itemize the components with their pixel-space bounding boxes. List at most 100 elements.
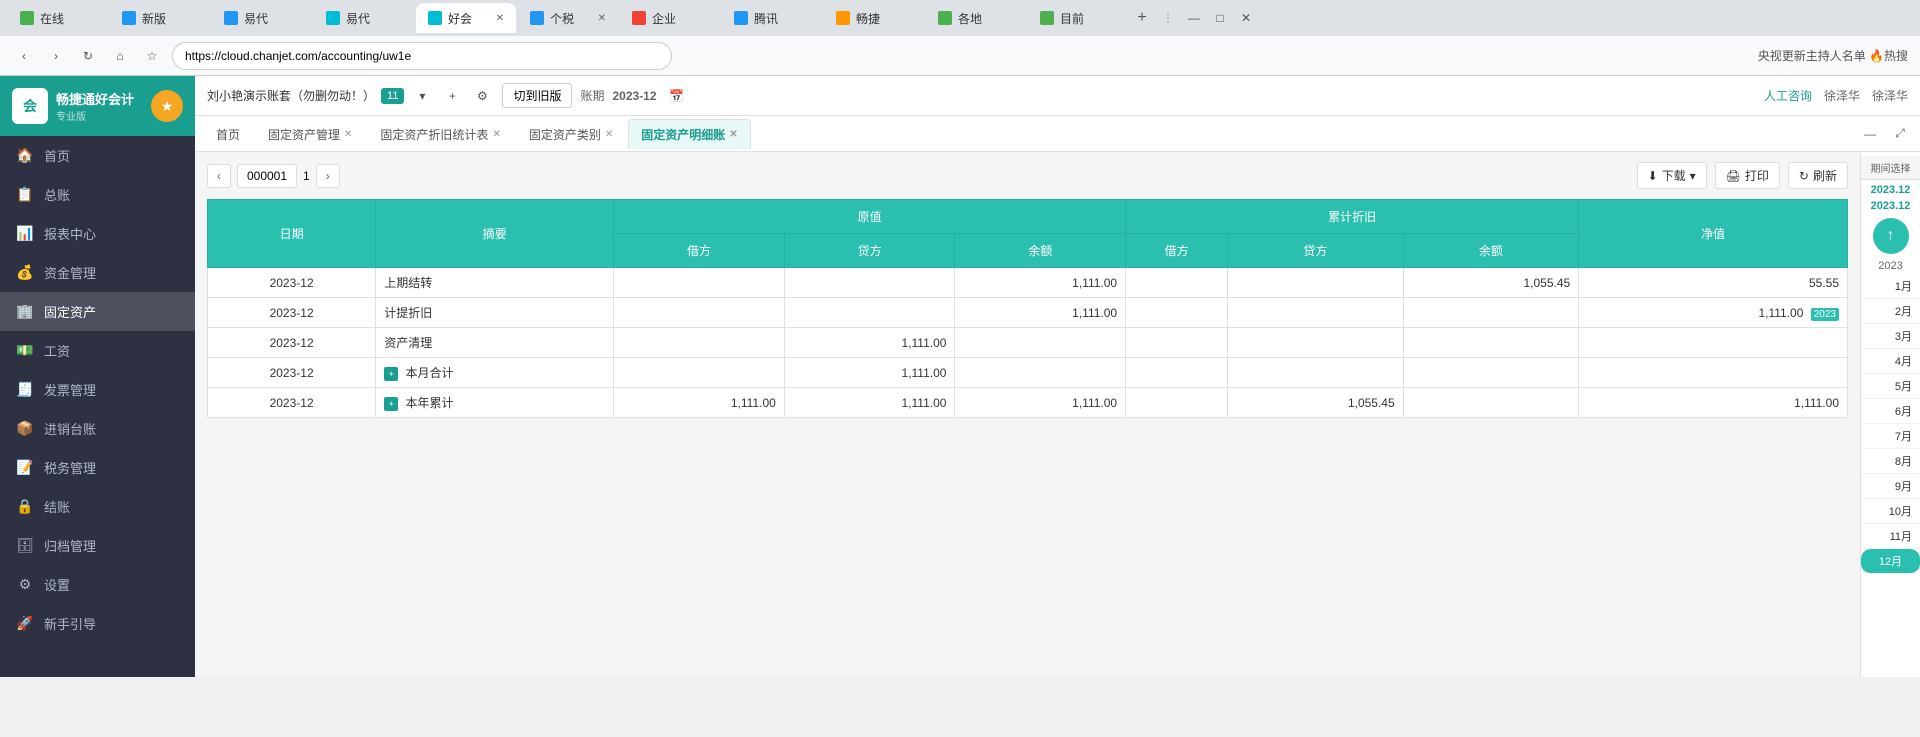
- account-dropdown[interactable]: ▾: [410, 84, 434, 108]
- sidebar-item-settings[interactable]: ⚙ 设置: [0, 565, 195, 604]
- home-button[interactable]: ⌂: [108, 44, 132, 68]
- tab-minimize-button[interactable]: —: [1858, 122, 1882, 146]
- browser-tab-10[interactable]: 各地: [926, 3, 1026, 33]
- bookmark-button[interactable]: ☆: [140, 44, 164, 68]
- sidebar-item-reports[interactable]: 📊 报表中心: [0, 214, 195, 253]
- download-icon: ⬇: [1648, 169, 1658, 183]
- browser-tab-8[interactable]: 腾讯: [722, 3, 822, 33]
- reload-button[interactable]: ↻: [76, 44, 100, 68]
- table-row: 2023-12 上期结转 1,111.00 1,055.45 55.55: [208, 268, 1848, 298]
- ledger-table: 日期 摘要 原值 累计折旧 净值 借方 贷方 余额 借方 贷方 余额: [207, 199, 1848, 418]
- period-month-5[interactable]: 5月: [1861, 374, 1920, 399]
- back-button[interactable]: ‹: [12, 44, 36, 68]
- period-month-9[interactable]: 9月: [1861, 474, 1920, 499]
- download-button[interactable]: ⬇ 下载 ▾: [1637, 162, 1707, 189]
- sidebar-item-purchase-sales[interactable]: 📦 进销台账: [0, 409, 195, 448]
- period-month-12[interactable]: 12月: [1861, 549, 1920, 574]
- period-month-3[interactable]: 3月: [1861, 324, 1920, 349]
- tab-favicon-3: [224, 11, 238, 25]
- period-month-1[interactable]: 1月: [1861, 274, 1920, 299]
- browser-tab-4[interactable]: 易代: [314, 3, 414, 33]
- new-tab-button[interactable]: +: [1130, 6, 1154, 30]
- browser-tab-5[interactable]: 好会 ✕: [416, 3, 516, 33]
- row2-orig-debit: [614, 298, 785, 328]
- page-tab-depreciation[interactable]: 固定资产折旧统计表 ✕: [367, 119, 513, 149]
- sidebar-item-closing[interactable]: 🔒 结账: [0, 487, 195, 526]
- browser-tab-1[interactable]: 在线: [8, 3, 108, 33]
- tab-close-6[interactable]: ✕: [598, 13, 606, 24]
- sidebar-item-archive[interactable]: 🗄 归档管理: [0, 526, 195, 565]
- add-account-button[interactable]: +: [440, 84, 464, 108]
- sidebar-item-tax[interactable]: 📝 税务管理: [0, 448, 195, 487]
- browser-tab-2[interactable]: 新版: [110, 3, 210, 33]
- browser-tab-7[interactable]: 企业: [620, 3, 720, 33]
- sidebar-star[interactable]: ★: [151, 90, 183, 122]
- address-input[interactable]: [172, 42, 672, 70]
- sidebar-item-fixed-assets[interactable]: 🏢 固定资产: [0, 292, 195, 331]
- tab-expand-button[interactable]: ⤢: [1888, 122, 1912, 146]
- th-summary: 摘要: [376, 200, 614, 268]
- page-tab-home[interactable]: 首页: [203, 119, 253, 149]
- scroll-top-button[interactable]: ↑: [1873, 218, 1909, 254]
- page-tab-fixed-assets-label: 固定资产管理: [268, 126, 340, 143]
- address-bar: ‹ › ↻ ⌂ ☆ 央视更新主持人名单 🔥热搜: [0, 36, 1920, 76]
- row4-dep-credit: [1228, 358, 1404, 388]
- close-button[interactable]: ✕: [1234, 6, 1258, 30]
- sidebar-item-general-ledger[interactable]: 📋 总账: [0, 175, 195, 214]
- calendar-icon[interactable]: 📅: [665, 84, 689, 108]
- period-month-7[interactable]: 7月: [1861, 424, 1920, 449]
- page-tab-ledger-close[interactable]: ✕: [729, 129, 737, 140]
- prev-page-button[interactable]: ‹: [207, 164, 231, 188]
- period-month-10[interactable]: 10月: [1861, 499, 1920, 524]
- page-separator: 1: [303, 169, 310, 183]
- browser-tab-11[interactable]: 目前: [1028, 3, 1128, 33]
- period-month-2[interactable]: 2月: [1861, 299, 1920, 324]
- browser-tab-6[interactable]: 个税 ✕: [518, 3, 618, 33]
- row3-summary: 资产清理: [376, 328, 614, 358]
- period-month-8[interactable]: 8月: [1861, 449, 1920, 474]
- period-selected-2[interactable]: 2023.12: [1869, 198, 1913, 214]
- period-month-4[interactable]: 4月: [1861, 349, 1920, 374]
- switch-version-button[interactable]: 切到旧版: [502, 83, 572, 108]
- sidebar-item-cash[interactable]: 💰 资金管理: [0, 253, 195, 292]
- page-tab-depreciation-close[interactable]: ✕: [492, 129, 500, 140]
- page-tab-category-close[interactable]: ✕: [605, 129, 613, 140]
- period-month-11[interactable]: 11月: [1861, 524, 1920, 549]
- sidebar-label-general-ledger: 总账: [44, 185, 70, 204]
- tab-favicon-10: [938, 11, 952, 25]
- sidebar-label-purchase-sales: 进销台账: [44, 419, 96, 438]
- browser-tab-3[interactable]: 易代: [212, 3, 312, 33]
- sidebar-label-cash: 资金管理: [44, 263, 96, 282]
- maximize-button[interactable]: □: [1208, 6, 1232, 30]
- sidebar-item-invoice[interactable]: 🧾 发票管理: [0, 370, 195, 409]
- sidebar-label-reports: 报表中心: [44, 224, 96, 243]
- page-input[interactable]: [237, 164, 297, 188]
- right-panel: 期间选择 2023.12 2023.12 ↑ 2023 1月 2月 3月 4月: [1860, 152, 1920, 677]
- settings-account-button[interactable]: ⚙: [470, 84, 494, 108]
- sidebar-item-home[interactable]: 🏠 首页: [0, 136, 195, 175]
- table-row: 2023-12 + 本年累计 1,111.00 1,111.00 1,111.0…: [208, 388, 1848, 418]
- tab-label-5: 好会: [448, 10, 472, 27]
- row1-date: 2023-12: [208, 268, 376, 298]
- sidebar-item-payroll[interactable]: 💵 工资: [0, 331, 195, 370]
- page-tab-category[interactable]: 固定资产类别 ✕: [516, 119, 626, 149]
- minimize-button[interactable]: —: [1182, 6, 1206, 30]
- next-page-button[interactable]: ›: [316, 164, 340, 188]
- row1-orig-debit: [614, 268, 785, 298]
- refresh-button[interactable]: ↻ 刷新: [1788, 162, 1848, 189]
- period-selected-1[interactable]: 2023.12: [1869, 182, 1913, 198]
- sidebar-label-home: 首页: [44, 146, 70, 165]
- page-tab-fixed-assets[interactable]: 固定资产管理 ✕: [255, 119, 365, 149]
- tab-close-5[interactable]: ✕: [496, 13, 504, 24]
- page-tab-fixed-assets-close[interactable]: ✕: [344, 129, 352, 140]
- browser-tab-9[interactable]: 畅捷: [824, 3, 924, 33]
- page-tab-ledger[interactable]: 固定资产明细账 ✕: [628, 119, 750, 149]
- row3-net-value: [1579, 328, 1848, 358]
- row1-dep-debit: [1126, 268, 1228, 298]
- forward-button[interactable]: ›: [44, 44, 68, 68]
- print-button[interactable]: 🖨 打印: [1715, 162, 1780, 189]
- sidebar-item-guide[interactable]: 🚀 新手引导: [0, 604, 195, 643]
- period-month-6[interactable]: 6月: [1861, 399, 1920, 424]
- tab-menu-button[interactable]: ⋮: [1156, 6, 1180, 30]
- support-link[interactable]: 人工咨询: [1764, 87, 1812, 104]
